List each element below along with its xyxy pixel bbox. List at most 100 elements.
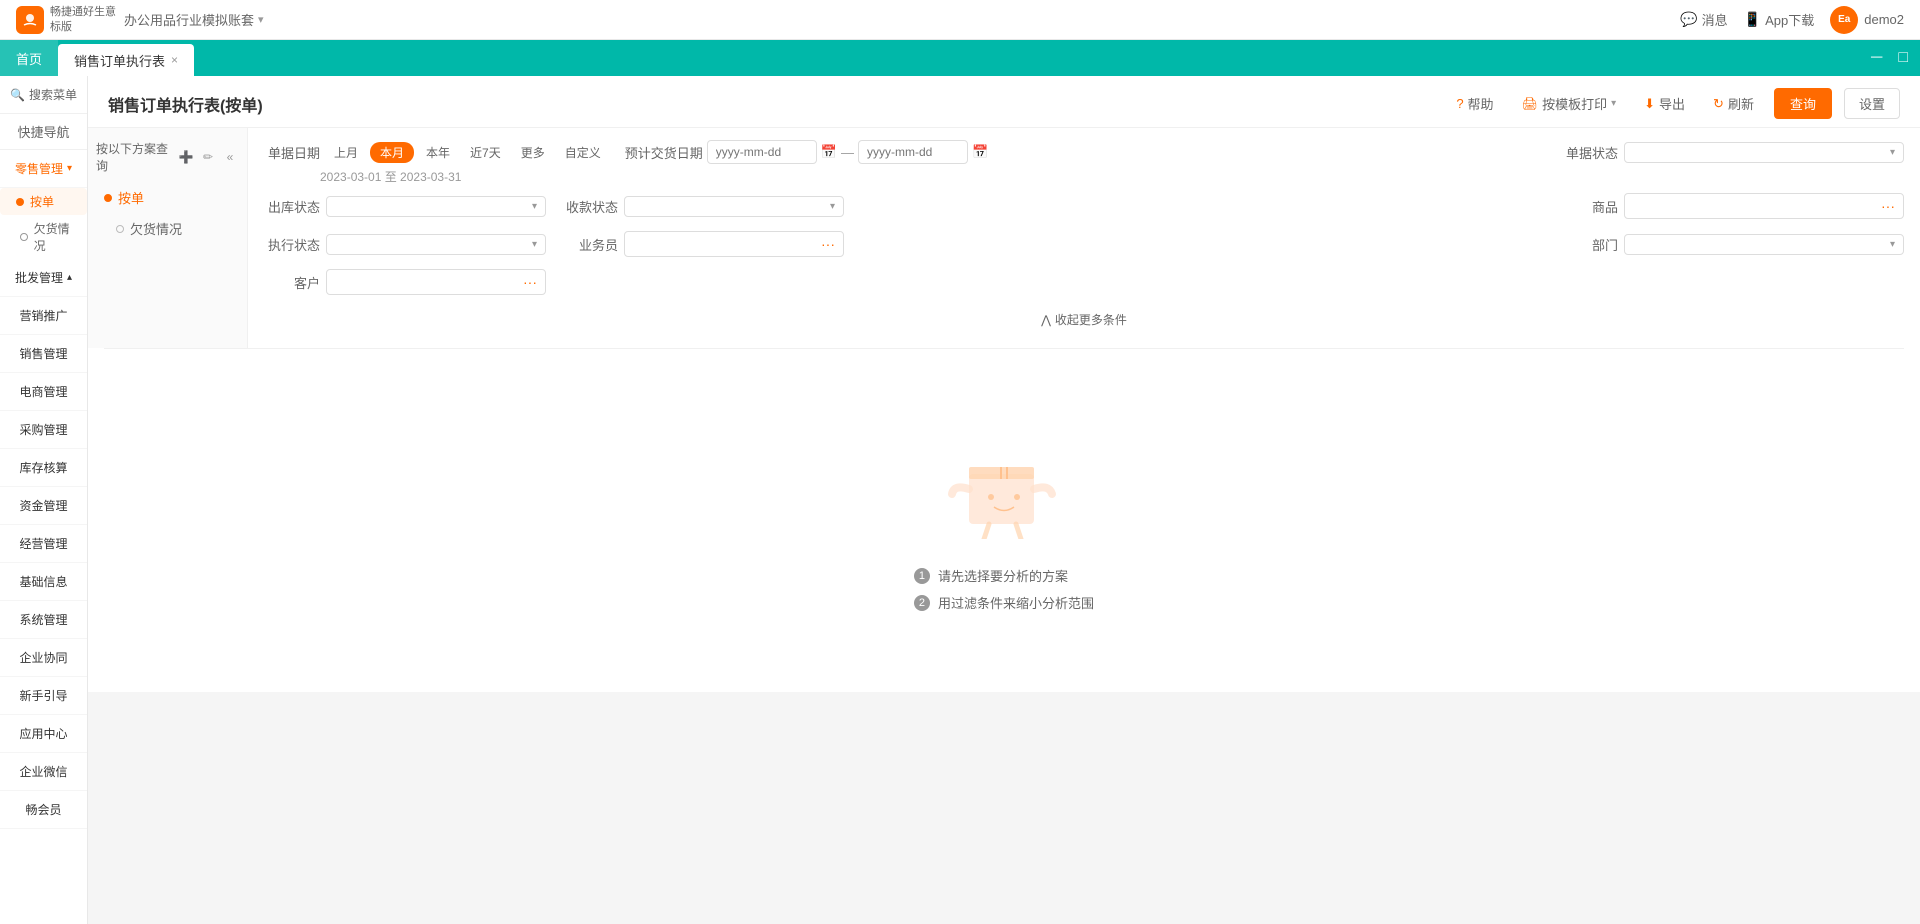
department-dropdown-icon: ▾	[1890, 239, 1895, 250]
sidebar-item-wholesale[interactable]: 批发管理 ▴	[0, 259, 87, 297]
add-scheme-icon[interactable]: ➕	[177, 148, 195, 166]
salesperson-more-icon[interactable]: ···	[821, 236, 835, 252]
filter-row-3: 执行状态 ▾ 业务员 ···	[264, 231, 1904, 257]
sidebar-item-marketing[interactable]: 营销推广	[0, 297, 87, 335]
tab-maximize-button[interactable]: □	[1894, 47, 1912, 69]
sidebar-sub-欠货[interactable]: 欠货情况	[0, 215, 87, 259]
receipt-status-dropdown-icon: ▾	[830, 201, 835, 212]
date-tab-last-month[interactable]: 上月	[326, 142, 366, 163]
sidebar-item-appstore[interactable]: 应用中心	[0, 715, 87, 753]
message-icon: 💬	[1680, 11, 1697, 28]
top-header: 畅捷通好生意 标版 办公用品行业模拟账套 ▾ 💬 消息 📱 App下载 Ea d…	[0, 0, 1920, 40]
filter-sidebar: 按以下方案查询 ➕ ✏ « 按单 欠货情况	[88, 128, 248, 348]
filter-row-1: 单据日期 上月 本月 本年 近7天 更多 自定义	[264, 140, 1904, 164]
page-title: 销售订单执行表(按单)	[108, 92, 263, 116]
sidebar-item-inventory[interactable]: 库存核算	[0, 449, 87, 487]
exec-status-dropdown-icon: ▾	[532, 239, 537, 250]
calendar-end-icon[interactable]: 📅	[972, 144, 988, 160]
scheme-dot-icon	[104, 194, 112, 202]
date-tab-more[interactable]: 更多	[513, 142, 553, 163]
sidebar-item-retail[interactable]: 零售管理 ▾	[0, 150, 87, 188]
out-status-dropdown-icon: ▾	[532, 201, 537, 212]
sidebar-item-finance[interactable]: 资金管理	[0, 487, 87, 525]
tab-active[interactable]: 销售订单执行表 ×	[58, 44, 194, 76]
sidebar-item-basic-info[interactable]: 基础信息	[0, 563, 87, 601]
sidebar-quick-nav[interactable]: 快捷导航	[0, 114, 87, 150]
order-date-label: 单据日期	[264, 143, 320, 162]
main-layout: 🔍 搜索菜单 快捷导航 零售管理 ▾ 按单 欠货情况 批发管理 ▴ 营销推广 销…	[0, 76, 1920, 924]
scheme-item-按单[interactable]: 按单	[96, 182, 239, 213]
date-tab-this-year[interactable]: 本年	[418, 142, 458, 163]
exec-status-label: 执行状态	[264, 235, 320, 254]
export-button[interactable]: ⬇ 导出	[1636, 90, 1693, 117]
tip-1-text: 请先选择要分析的方案	[938, 566, 1068, 585]
help-button[interactable]: ? 帮助	[1448, 90, 1501, 117]
sidebar-item-purchase[interactable]: 采购管理	[0, 411, 87, 449]
goods-more-icon[interactable]: ···	[1881, 198, 1895, 214]
collapse-sidebar-icon[interactable]: «	[221, 148, 239, 166]
help-icon: ?	[1456, 96, 1463, 111]
logo-icon	[16, 6, 44, 34]
date-tab-7days[interactable]: 近7天	[462, 142, 509, 163]
empty-tips: 1 请先选择要分析的方案 2 用过滤条件来缩小分析范围	[914, 566, 1094, 612]
goods-select[interactable]: ···	[1624, 193, 1904, 219]
edit-scheme-icon[interactable]: ✏	[199, 148, 217, 166]
out-status-label: 出库状态	[264, 197, 320, 216]
print-button[interactable]: 🖨 按模板打印 ▾	[1514, 90, 1625, 117]
expected-date-start-input[interactable]	[707, 140, 817, 164]
scheme-item-欠货[interactable]: 欠货情况	[96, 213, 239, 244]
active-dot-icon	[16, 198, 24, 206]
sidebar: 🔍 搜索菜单 快捷导航 零售管理 ▾ 按单 欠货情况 批发管理 ▴ 营销推广 销…	[0, 76, 88, 924]
order-status-select[interactable]: ▾	[1624, 142, 1904, 163]
app-download-button[interactable]: 📱 App下载	[1744, 10, 1815, 29]
logo-area: 畅捷通好生意 标版	[16, 5, 116, 34]
sidebar-sub-按单[interactable]: 按单	[0, 188, 87, 215]
date-range-row: 2023-03-01 至 2023-03-31	[264, 168, 1904, 185]
calendar-start-icon[interactable]: 📅	[821, 144, 837, 160]
sidebar-item-member[interactable]: 畅会员	[0, 791, 87, 829]
sidebar-item-operation[interactable]: 经营管理	[0, 525, 87, 563]
sidebar-item-wechat[interactable]: 企业微信	[0, 753, 87, 791]
filter-group-salesperson: 业务员 ···	[562, 231, 844, 257]
settings-button[interactable]: 设置	[1844, 88, 1900, 119]
query-button[interactable]: 查询	[1774, 88, 1832, 119]
logo-text: 畅捷通好生意 标版	[50, 5, 116, 34]
sidebar-item-sales[interactable]: 销售管理	[0, 335, 87, 373]
breadcrumb[interactable]: 办公用品行业模拟账套 ▾	[124, 10, 264, 29]
date-tab-this-month[interactable]: 本月	[370, 142, 414, 163]
collapse-button[interactable]: ⋀ 收起更多条件	[1029, 307, 1139, 332]
receipt-status-select[interactable]: ▾	[624, 196, 844, 217]
tab-minimize-button[interactable]: ─	[1867, 47, 1886, 69]
expected-date-end-input[interactable]	[858, 140, 968, 164]
refresh-button[interactable]: ↻ 刷新	[1705, 90, 1762, 117]
customer-more-icon[interactable]: ···	[523, 274, 537, 290]
tab-home[interactable]: 首页	[0, 40, 58, 76]
filter-group-goods: 商品 ···	[1562, 193, 1904, 219]
filter-form: 单据日期 上月 本月 本年 近7天 更多 自定义	[248, 128, 1920, 348]
circle-icon	[20, 233, 28, 241]
sidebar-search-button[interactable]: 🔍 搜索菜单	[0, 76, 87, 114]
sidebar-item-enterprise[interactable]: 企业协同	[0, 639, 87, 677]
print-icon: 🖨	[1522, 96, 1539, 112]
exec-status-select[interactable]: ▾	[326, 234, 546, 255]
salesperson-select[interactable]: ···	[624, 231, 844, 257]
department-label: 部门	[1562, 235, 1618, 254]
empty-svg-icon	[944, 429, 1064, 539]
page-title-bar: 销售订单执行表(按单) ? 帮助 🖨 按模板打印 ▾ ⬇ 导出	[88, 76, 1920, 128]
department-select[interactable]: ▾	[1624, 234, 1904, 255]
filter-group-out-status: 出库状态 ▾	[264, 196, 546, 217]
filter-group-order-status: 单据状态 ▾	[1562, 142, 1904, 163]
sidebar-item-guide[interactable]: 新手引导	[0, 677, 87, 715]
tab-close-icon[interactable]: ×	[171, 53, 178, 67]
out-status-select[interactable]: ▾	[326, 196, 546, 217]
date-tab-custom[interactable]: 自定义	[557, 142, 609, 163]
filter-group-expected-date: 预计交货日期 📅 — 📅	[625, 140, 988, 164]
search-icon: 🔍	[10, 88, 25, 102]
refresh-icon: ↻	[1713, 96, 1724, 112]
customer-select[interactable]: ···	[326, 269, 546, 295]
message-button[interactable]: 💬 消息	[1680, 10, 1727, 29]
download-icon: 📱	[1744, 11, 1761, 28]
user-menu[interactable]: Ea demo2	[1830, 6, 1904, 34]
sidebar-item-ecommerce[interactable]: 电商管理	[0, 373, 87, 411]
sidebar-item-system[interactable]: 系统管理	[0, 601, 87, 639]
